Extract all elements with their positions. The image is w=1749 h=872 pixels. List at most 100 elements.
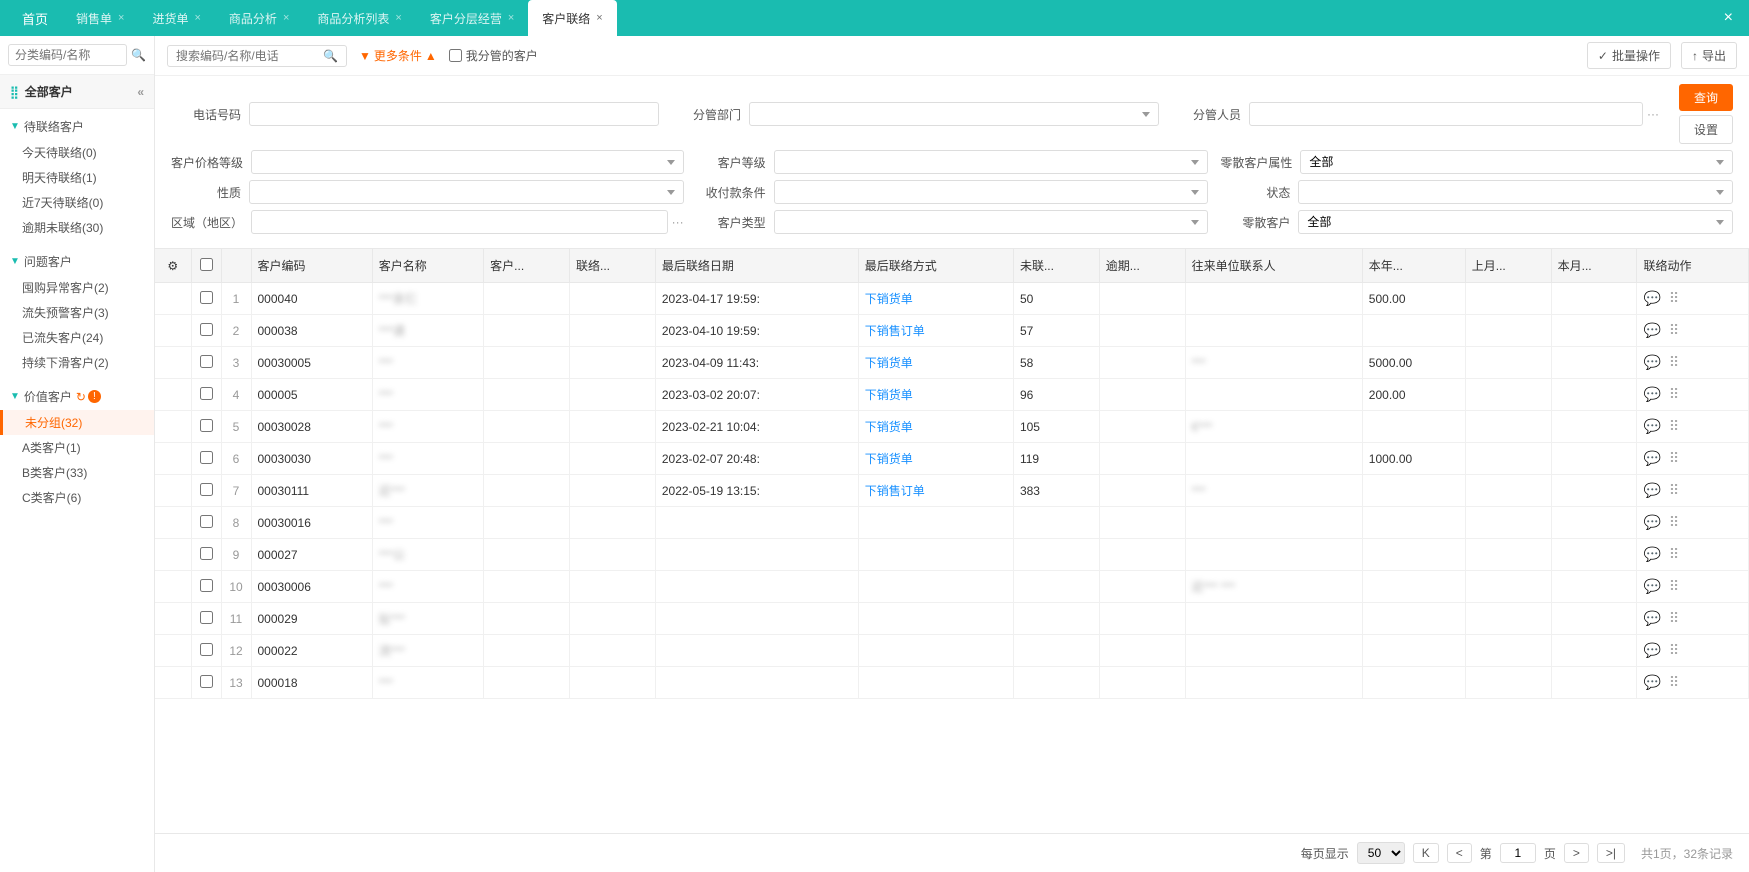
my-customers-checkbox[interactable]: 我分管的客户	[449, 47, 538, 64]
sidebar-item-tomorrow[interactable]: 明天待联络(1)	[0, 165, 154, 190]
filter-manager-input[interactable]	[1249, 102, 1643, 126]
sidebar-search-input[interactable]	[8, 44, 127, 66]
row-checkbox-0[interactable]	[191, 283, 221, 315]
filter-phone-input[interactable]	[249, 102, 659, 126]
next-page-btn[interactable]: >	[1564, 843, 1589, 863]
th-last-month[interactable]: 上月...	[1465, 249, 1551, 283]
contact-icon-0[interactable]: 💬	[1643, 290, 1660, 307]
batch-ops-button[interactable]: ✓ 批量操作	[1587, 42, 1671, 69]
row-checkbox-3[interactable]	[191, 379, 221, 411]
filter-search-icon[interactable]: 🔍	[323, 49, 338, 63]
filter-payment-select[interactable]	[774, 180, 1209, 204]
sidebar-item-a-class[interactable]: A类客户(1)	[0, 435, 154, 460]
more-icon-12[interactable]: ⠿	[1669, 674, 1679, 691]
first-page-btn[interactable]: K	[1413, 843, 1439, 863]
sidebar-item-7days[interactable]: 近7天待联络(0)	[0, 190, 154, 215]
more-icon-8[interactable]: ⠿	[1669, 546, 1679, 563]
row-last-method-8[interactable]	[858, 539, 1013, 571]
th-last-contact-date[interactable]: 最后联络日期	[655, 249, 858, 283]
contact-icon-3[interactable]: 💬	[1643, 386, 1660, 403]
filter-more-conditions[interactable]: ▼ 更多条件 ▲	[359, 47, 437, 64]
more-icon-9[interactable]: ⠿	[1669, 578, 1679, 595]
filter-nature-select[interactable]	[249, 180, 684, 204]
sidebar-item-overdue[interactable]: 逾期未联络(30)	[0, 215, 154, 240]
more-icon-11[interactable]: ⠿	[1669, 642, 1679, 659]
reset-button[interactable]: 设置	[1679, 115, 1733, 144]
tab-customer-segment-close[interactable]: ×	[508, 12, 514, 24]
row-last-method-4[interactable]: 下销货单	[858, 411, 1013, 443]
contact-icon-4[interactable]: 💬	[1643, 418, 1660, 435]
th-overdue[interactable]: 逾期...	[1099, 249, 1185, 283]
contact-icon-8[interactable]: 💬	[1643, 546, 1660, 563]
filter-price-level-select[interactable]	[251, 150, 684, 174]
more-icon-5[interactable]: ⠿	[1669, 450, 1679, 467]
more-icon-2[interactable]: ⠿	[1669, 354, 1679, 371]
row-last-method-3[interactable]: 下销货单	[858, 379, 1013, 411]
sidebar-item-today[interactable]: 今天待联络(0)	[0, 140, 154, 165]
th-contact[interactable]: 联络...	[570, 249, 656, 283]
contact-icon-5[interactable]: 💬	[1643, 450, 1660, 467]
filter-region-dots[interactable]: ···	[672, 215, 684, 229]
more-icon-10[interactable]: ⠿	[1669, 610, 1679, 627]
row-checkbox-7[interactable]	[191, 507, 221, 539]
tab-customer-contact-close[interactable]: ×	[596, 12, 602, 24]
query-button[interactable]: 查询	[1679, 84, 1733, 111]
select-all-checkbox[interactable]	[200, 258, 213, 271]
row-checkbox-11[interactable]	[191, 635, 221, 667]
sidebar-item-c-class[interactable]: C类客户(6)	[0, 485, 154, 510]
all-customers-header[interactable]: ⣿ 全部客户 «	[0, 75, 154, 109]
filter-manager-dots[interactable]: ···	[1647, 107, 1659, 121]
tab-customer-contact[interactable]: 客户联络 ×	[528, 0, 616, 36]
more-icon-1[interactable]: ⠿	[1669, 322, 1679, 339]
filter-retail-attr-select[interactable]: 全部	[1300, 150, 1733, 174]
row-checkbox-6[interactable]	[191, 475, 221, 507]
row-last-method-2[interactable]: 下销货单	[858, 347, 1013, 379]
filter-customer-type-select[interactable]	[774, 210, 1209, 234]
th-no-contact[interactable]: 未联...	[1013, 249, 1099, 283]
row-checkbox-8[interactable]	[191, 539, 221, 571]
tab-sales-close[interactable]: ×	[118, 12, 124, 24]
row-checkbox-1[interactable]	[191, 315, 221, 347]
row-checkbox-12[interactable]	[191, 667, 221, 699]
row-last-method-6[interactable]: 下销售订单	[858, 475, 1013, 507]
more-icon-4[interactable]: ⠿	[1669, 418, 1679, 435]
row-last-method-9[interactable]	[858, 571, 1013, 603]
th-last-contact-method[interactable]: 最后联络方式	[858, 249, 1013, 283]
more-icon-7[interactable]: ⠿	[1669, 514, 1679, 531]
prev-page-btn[interactable]: <	[1447, 843, 1472, 863]
group-problem-header[interactable]: ▼ 问题客户	[0, 248, 154, 275]
last-page-btn[interactable]: >|	[1597, 843, 1625, 863]
row-last-method-12[interactable]	[858, 667, 1013, 699]
row-checkbox-5[interactable]	[191, 443, 221, 475]
row-checkbox-4[interactable]	[191, 411, 221, 443]
filter-status-select[interactable]	[1298, 180, 1733, 204]
row-last-method-10[interactable]	[858, 603, 1013, 635]
contact-icon-1[interactable]: 💬	[1643, 322, 1660, 339]
tab-product-list-close[interactable]: ×	[395, 12, 401, 24]
contact-icon-9[interactable]: 💬	[1643, 578, 1660, 595]
more-icon-0[interactable]: ⠿	[1669, 290, 1679, 307]
refresh-icon[interactable]: ↻	[76, 390, 86, 404]
contact-icon-12[interactable]: 💬	[1643, 674, 1660, 691]
th-this-year[interactable]: 本年...	[1362, 249, 1465, 283]
th-name[interactable]: 客户名称	[372, 249, 483, 283]
th-unit-contact[interactable]: 往来单位联系人	[1185, 249, 1362, 283]
filter-retail-customer-select[interactable]: 全部	[1298, 210, 1733, 234]
more-icon-6[interactable]: ⠿	[1669, 482, 1679, 499]
sidebar-item-abnormal[interactable]: 囤购异常客户(2)	[0, 275, 154, 300]
window-close-btn[interactable]: ×	[1716, 9, 1741, 27]
row-last-method-7[interactable]	[858, 507, 1013, 539]
filter-customer-level-select[interactable]	[774, 150, 1209, 174]
my-customers-check[interactable]	[449, 49, 462, 62]
th-settings[interactable]: ⚙	[155, 249, 191, 283]
th-customer-type[interactable]: 客户...	[484, 249, 570, 283]
filter-region-input[interactable]	[251, 210, 668, 234]
export-button[interactable]: ↑ 导出	[1681, 42, 1737, 69]
th-this-month[interactable]: 本月...	[1551, 249, 1637, 283]
filter-dept-select[interactable]	[749, 102, 1159, 126]
sidebar-search-icon[interactable]: 🔍	[131, 48, 146, 62]
tab-product-analysis[interactable]: 商品分析 ×	[215, 0, 303, 36]
row-last-method-0[interactable]: 下销货单	[858, 283, 1013, 315]
group-pending-header[interactable]: ▼ 待联络客户	[0, 113, 154, 140]
row-checkbox-2[interactable]	[191, 347, 221, 379]
